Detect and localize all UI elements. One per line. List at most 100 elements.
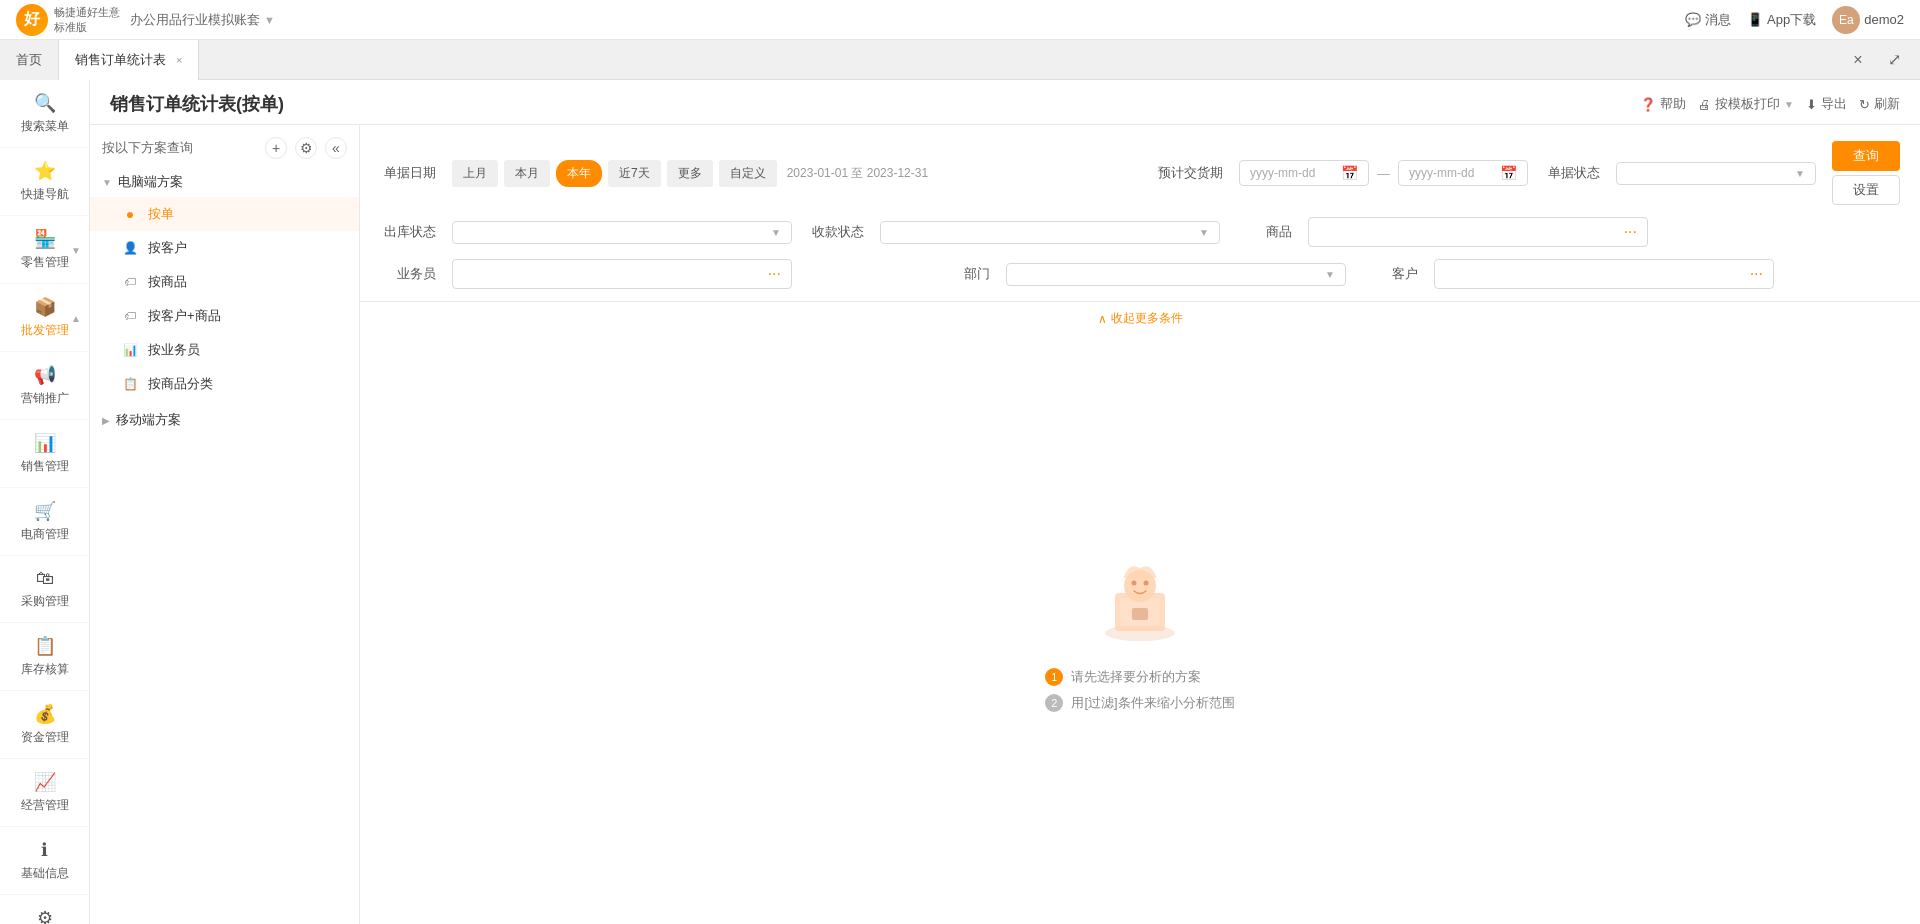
tree-item-by-goods-label: 按商品 xyxy=(148,273,187,291)
scheme-settings-button[interactable]: ⚙ xyxy=(295,137,317,159)
payment-status-select[interactable]: ▼ xyxy=(880,221,1220,244)
tree-item-by-customer[interactable]: 👤 按客户 xyxy=(90,231,359,265)
message-button[interactable]: 💬 消息 xyxy=(1685,11,1731,29)
tree-item-by-goods-category[interactable]: 📋 按商品分类 xyxy=(90,367,359,401)
logo-area: 好 畅捷通好生意 标准版 xyxy=(16,4,120,36)
sidebar-item-inventory[interactable]: 📋 库存核算 xyxy=(0,623,89,691)
tree-item-by-customer-goods[interactable]: 🏷 按客户+商品 xyxy=(90,299,359,333)
app-title-area[interactable]: 办公用品行业模拟账套 ▼ xyxy=(130,11,275,29)
tip-text-1: 请先选择要分析的方案 xyxy=(1071,668,1201,686)
date-btn-more[interactable]: 更多 xyxy=(667,160,713,187)
sidebar-item-search[interactable]: 🔍 搜索菜单 xyxy=(0,80,89,148)
date-btn-this-month[interactable]: 本月 xyxy=(504,160,550,187)
add-scheme-button[interactable]: + xyxy=(265,137,287,159)
tree-item-by-goods[interactable]: 🏷 按商品 xyxy=(90,265,359,299)
empty-illustration xyxy=(1090,548,1190,648)
avatar: Ea xyxy=(1832,6,1860,34)
sidebar-item-sales[interactable]: 📊 销售管理 xyxy=(0,420,89,488)
sidebar-item-basic-info[interactable]: ℹ 基础信息 xyxy=(0,827,89,895)
goods-label: 商品 xyxy=(1236,223,1292,241)
expected-date-from[interactable]: yyyy-mm-dd 📅 xyxy=(1239,160,1369,186)
panel-header: 按以下方案查询 + ⚙ « xyxy=(90,137,359,167)
tree-expand-icon-mobile: ▶ xyxy=(102,415,110,426)
export-button[interactable]: ⬇ 导出 xyxy=(1806,95,1847,113)
date-btn-custom[interactable]: 自定义 xyxy=(719,160,777,187)
app-title-dropdown-icon[interactable]: ▼ xyxy=(264,14,275,26)
department-select[interactable]: ▼ xyxy=(1006,263,1346,286)
star-icon: ⭐ xyxy=(34,160,56,182)
calendar-icon-to: 📅 xyxy=(1500,165,1517,181)
tree-item-by-order[interactable]: ● 按单 xyxy=(90,197,359,231)
app-title-text: 办公用品行业模拟账套 xyxy=(130,11,260,29)
retail-icon: 🏪 xyxy=(34,228,56,250)
status-select[interactable]: ▼ xyxy=(1616,162,1816,185)
refresh-button[interactable]: ↻ 刷新 xyxy=(1859,95,1900,113)
filter-row-3: 业务员 ··· 部门 ▼ 客户 xyxy=(380,259,1900,289)
user-profile[interactable]: Ea demo2 xyxy=(1832,6,1904,34)
sidebar: 🔍 搜索菜单 ⭐ 快捷导航 🏪 零售管理 ▼ 📦 批发管理 ▲ 📢 营销推广 📊… xyxy=(0,80,90,924)
tree-section-mobile-header[interactable]: ▶ 移动端方案 xyxy=(90,405,359,435)
sidebar-item-finance[interactable]: 💰 资金管理 xyxy=(0,691,89,759)
sidebar-item-system[interactable]: ⚙ 系统管理 xyxy=(0,895,89,924)
salesperson-select[interactable]: ··· xyxy=(452,259,792,289)
wholesale-icon: 📦 xyxy=(34,296,56,318)
department-label: 部门 xyxy=(934,265,990,283)
out-status-label: 出库状态 xyxy=(380,223,436,241)
filter-area: 单据日期 上月 本月 本年 近7天 更多 自定义 2023-01-01 至 20… xyxy=(360,125,1920,302)
sidebar-item-purchase[interactable]: 🛍 采购管理 xyxy=(0,556,89,623)
management-icon: 📈 xyxy=(34,771,56,793)
date-btn-this-year[interactable]: 本年 xyxy=(556,160,602,187)
empty-tips: 1 请先选择要分析的方案 2 用[过滤]条件来缩小分析范围 xyxy=(1045,668,1234,712)
chevron-down-status: ▼ xyxy=(1795,168,1805,179)
date-btn-last-month[interactable]: 上月 xyxy=(452,160,498,187)
out-status-select[interactable]: ▼ xyxy=(452,221,792,244)
tab-maximize-button[interactable]: ⤢ xyxy=(1880,46,1908,74)
goods-field: ··· xyxy=(1308,217,1900,247)
date-btn-7-days[interactable]: 近7天 xyxy=(608,160,661,187)
message-icon: 💬 xyxy=(1685,12,1701,27)
goods-more-icon[interactable]: ··· xyxy=(1624,223,1637,241)
finance-icon: 💰 xyxy=(34,703,56,725)
print-button[interactable]: 🖨 按模板打印 ▼ xyxy=(1698,95,1794,113)
tab-sales-order-stats[interactable]: 销售订单统计表 × xyxy=(59,40,199,80)
sidebar-item-marketing[interactable]: 📢 营销推广 xyxy=(0,352,89,420)
salesperson-field: ··· xyxy=(452,259,918,289)
customer-select[interactable]: ··· xyxy=(1434,259,1774,289)
content-area: 销售订单统计表(按单) ❓ 帮助 🖨 按模板打印 ▼ ⬇ 导出 ↻ 刷新 xyxy=(90,80,1920,924)
settings-button[interactable]: 设置 xyxy=(1832,175,1900,205)
sidebar-item-ecommerce[interactable]: 🛒 电商管理 xyxy=(0,488,89,556)
tree-section-desktop: ▼ 电脑端方案 ● 按单 👤 按客户 🏷 按商品 xyxy=(90,167,359,401)
sidebar-item-management[interactable]: 📈 经营管理 xyxy=(0,759,89,827)
tree-item-by-salesperson[interactable]: 📊 按业务员 xyxy=(90,333,359,367)
customer-more-icon[interactable]: ··· xyxy=(1750,265,1763,283)
chevron-up-icon: ▲ xyxy=(71,312,81,323)
marketing-icon: 📢 xyxy=(34,364,56,386)
sidebar-item-nav[interactable]: ⭐ 快捷导航 xyxy=(0,148,89,216)
purchase-icon: 🛍 xyxy=(36,568,54,589)
app-download-button[interactable]: 📱 App下载 xyxy=(1747,11,1816,29)
query-button[interactable]: 查询 xyxy=(1832,141,1900,171)
panel-collapse-button[interactable]: « xyxy=(325,137,347,159)
goods-select[interactable]: ··· xyxy=(1308,217,1648,247)
chevron-down-out-status: ▼ xyxy=(771,227,781,238)
collapse-bar[interactable]: ∧ 收起更多条件 xyxy=(360,302,1920,335)
topbar-left: 好 畅捷通好生意 标准版 办公用品行业模拟账套 ▼ xyxy=(16,4,275,36)
salesperson-label: 业务员 xyxy=(380,265,436,283)
tree-section-desktop-header[interactable]: ▼ 电脑端方案 xyxy=(90,167,359,197)
tab-minimize-button[interactable]: × xyxy=(1844,46,1872,74)
expected-date-to[interactable]: yyyy-mm-dd 📅 xyxy=(1398,160,1528,186)
tree-section-mobile: ▶ 移动端方案 xyxy=(90,405,359,435)
salesperson-more-icon[interactable]: ··· xyxy=(768,265,781,283)
sidebar-item-retail[interactable]: 🏪 零售管理 ▼ xyxy=(0,216,89,284)
tab-close-button[interactable]: × xyxy=(176,54,182,66)
help-button[interactable]: ❓ 帮助 xyxy=(1640,95,1686,113)
sidebar-item-wholesale[interactable]: 📦 批发管理 ▲ xyxy=(0,284,89,352)
chevron-down-payment: ▼ xyxy=(1199,227,1209,238)
right-panel: 单据日期 上月 本月 本年 近7天 更多 自定义 2023-01-01 至 20… xyxy=(360,125,1920,924)
inner-layout: 按以下方案查询 + ⚙ « ▼ 电脑端方案 ● 按单 xyxy=(90,125,1920,924)
calendar-icon-from: 📅 xyxy=(1341,165,1358,181)
tab-home[interactable]: 首页 xyxy=(0,40,59,80)
empty-state: 1 请先选择要分析的方案 2 用[过滤]条件来缩小分析范围 xyxy=(360,335,1920,924)
empty-tip-2: 2 用[过滤]条件来缩小分析范围 xyxy=(1045,694,1234,712)
tree-item-by-customer-goods-label: 按客户+商品 xyxy=(148,307,221,325)
